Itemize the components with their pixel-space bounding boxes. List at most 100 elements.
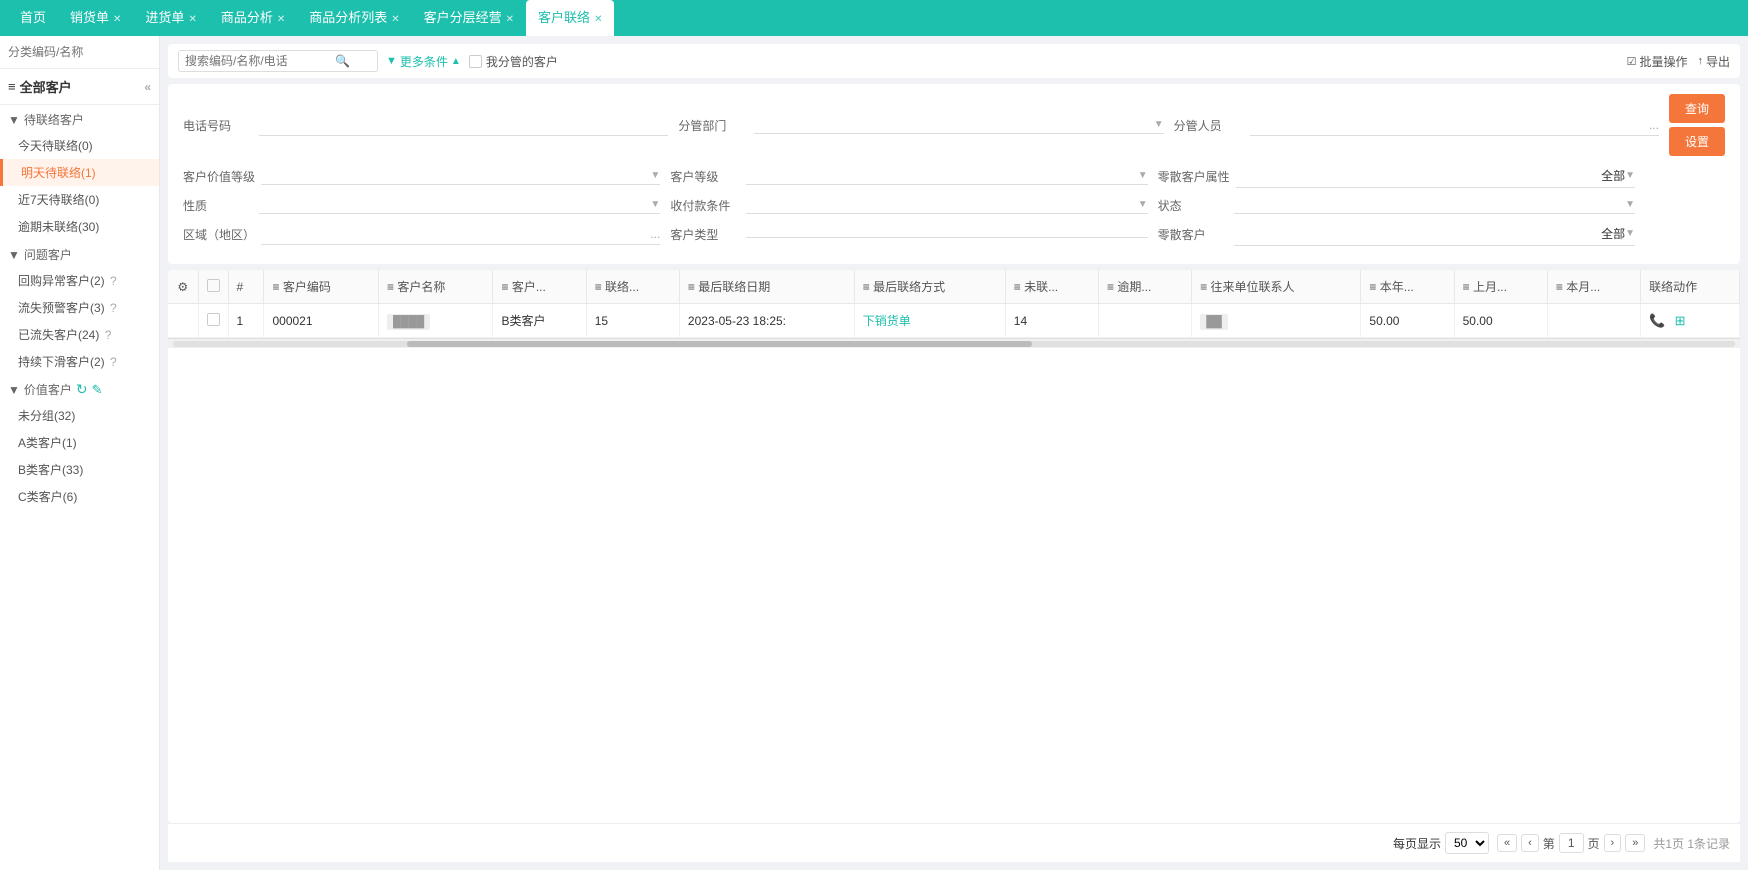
customer-grade-label: 客户等级 (670, 168, 740, 185)
scrollbar-thumb[interactable] (407, 341, 1032, 347)
sidebar-item-today-contact[interactable]: 今天待联络(0) (0, 132, 159, 159)
action-grid-icon[interactable]: ⊞ (1675, 313, 1686, 328)
nav-purchase-close[interactable]: ✕ (188, 14, 196, 25)
col-checkbox[interactable] (198, 270, 228, 304)
row-code: 000021 (264, 304, 379, 338)
filter-row-2: 客户价值等级 ▼ 客户等级 ▼ 零散客户属性 全部 ▼ (183, 164, 1725, 188)
nav-purchase[interactable]: 进货单✕ (133, 0, 208, 36)
phone-input[interactable] (259, 115, 668, 136)
edit-icon[interactable]: ✎ (92, 382, 103, 398)
col-last-month: ≡ 上月... (1454, 270, 1547, 304)
retail-customer-select[interactable]: 全部 ▼ (1234, 222, 1635, 246)
nav-customer-segmentation[interactable]: 客户分层经营✕ (412, 0, 526, 36)
region-label: 区域（地区） (183, 226, 255, 243)
sidebar-item-class-c[interactable]: C类客户(6) (0, 483, 159, 510)
status-chevron-icon: ▼ (1625, 199, 1635, 210)
col-this-month: ≡ 本月... (1547, 270, 1640, 304)
col-overdue: ≡ 逾期... (1098, 270, 1191, 304)
sidebar-item-continuous-decline[interactable]: 持续下滑客户(2) ? (0, 348, 159, 375)
nav-sales[interactable]: 销货单✕ (58, 0, 133, 36)
filter-row-1: 电话号码 分管部门 ▼ 分管人员 ... 查询 设置 (183, 94, 1725, 156)
per-page-selector: 每页显示 50 (1393, 832, 1489, 854)
value-arrow-icon: ▼ (8, 383, 20, 397)
retail-attr-chevron-icon: ▼ (1625, 170, 1635, 181)
more-conditions-btn[interactable]: ▼ 更多条件 ▲ (386, 53, 461, 70)
dept-label: 分管部门 (678, 117, 748, 134)
per-page-select[interactable]: 50 (1445, 832, 1489, 854)
advanced-filter-panel: 电话号码 分管部门 ▼ 分管人员 ... 查询 设置 (168, 84, 1740, 264)
sidebar-item-lost-warning[interactable]: 流失预警客户(3) ? (0, 294, 159, 321)
search-input[interactable] (185, 54, 335, 68)
sidebar-item-week-contact[interactable]: 近7天待联络(0) (0, 186, 159, 213)
export-btn[interactable]: ↑ 导出 (1697, 53, 1730, 70)
sidebar-item-overdue-contact[interactable]: 逾期未联络(30) (0, 213, 159, 240)
customer-value-select[interactable]: ▼ (261, 167, 660, 185)
nav-home[interactable]: 首页 (8, 0, 58, 36)
sidebar-search-input[interactable] (8, 45, 160, 59)
export-icon: ↑ (1697, 55, 1703, 67)
nav-product-analysis-close[interactable]: ✕ (277, 14, 285, 25)
first-page-btn[interactable]: « (1497, 834, 1517, 852)
action-phone-icon[interactable]: 📞 (1649, 313, 1665, 328)
sidebar-item-tomorrow-contact[interactable]: 明天待联络(1) (0, 159, 159, 186)
unit-contact-masked: ██ (1200, 314, 1228, 330)
sidebar-collapse-icon[interactable]: « (144, 80, 151, 94)
filter-icon: ▼ (386, 55, 397, 67)
my-customers-checkbox[interactable] (469, 55, 482, 68)
page-navigation: « ‹ 第 1 页 › » (1497, 833, 1645, 853)
customer-grade-select[interactable]: ▼ (746, 167, 1147, 185)
nav-product-analysis-list[interactable]: 商品分析列表✕ (297, 0, 411, 36)
my-customers-check[interactable]: 我分管的客户 (469, 53, 558, 70)
col-type: ≡ 客户... (493, 270, 586, 304)
nav-customer-contact-close[interactable]: ✕ (594, 14, 602, 25)
sidebar-all-customers[interactable]: ≡ 全部客户 « (0, 69, 159, 105)
manager-label: 分管人员 (1174, 117, 1244, 134)
nav-customer-segmentation-close[interactable]: ✕ (506, 14, 514, 25)
last-page-btn[interactable]: » (1625, 834, 1645, 852)
dept-select[interactable]: ▼ (754, 116, 1163, 134)
status-select[interactable]: ▼ (1234, 196, 1635, 214)
sidebar-item-repurchase-abnormal[interactable]: 回购异常客户(2) ? (0, 267, 159, 294)
row-last-method[interactable]: 下销货单 (854, 304, 1005, 338)
nav-sales-close[interactable]: ✕ (113, 14, 121, 25)
row-checkbox-icon[interactable] (207, 313, 220, 326)
horizontal-scrollbar[interactable] (168, 338, 1740, 348)
gender-select[interactable]: ▼ (259, 196, 660, 214)
row-checkbox[interactable] (198, 304, 228, 338)
sidebar-item-already-lost[interactable]: 已流失客户(24) ? (0, 321, 159, 348)
search-box: 🔍 (178, 50, 378, 72)
table-header-row: ⚙ # ≡ 客户编码 ≡ 客户名称 ≡ 客户... ≡ 联络... ≡ 最后联络… (168, 270, 1740, 304)
sidebar: 🔍 ≡ 全部客户 « ▼ 待联络客户 今天待联络(0) 明天待联络(1) 近7天… (0, 36, 160, 870)
retail-attr-select[interactable]: 全部 ▼ (1236, 164, 1635, 188)
content-area: 🔍 ▼ 更多条件 ▲ 我分管的客户 ☑ 批量操作 ↑ 导出 (160, 36, 1748, 870)
sidebar-item-ungrouped[interactable]: 未分组(32) (0, 402, 159, 429)
bulk-action-btn[interactable]: ☑ 批量操作 (1627, 53, 1688, 70)
query-button[interactable]: 查询 (1669, 94, 1725, 123)
nav-product-analysis-list-close[interactable]: ✕ (391, 14, 399, 25)
col-settings[interactable]: ⚙ (168, 270, 198, 304)
sidebar-item-class-a[interactable]: A类客户(1) (0, 429, 159, 456)
sidebar-section-problem: ▼ 问题客户 (0, 240, 159, 267)
customer-type-select[interactable] (746, 231, 1147, 238)
payment-select[interactable]: ▼ (746, 196, 1147, 214)
filter-cell-customer-value: 客户价值等级 ▼ (183, 167, 660, 185)
sidebar-item-class-b[interactable]: B类客户(33) (0, 456, 159, 483)
settings-button[interactable]: 设置 (1669, 127, 1725, 156)
pending-arrow-icon: ▼ (8, 113, 20, 127)
nav-product-analysis[interactable]: 商品分析✕ (209, 0, 297, 36)
col-contact: ≡ 联络... (586, 270, 679, 304)
customer-grade-chevron-icon: ▼ (1138, 170, 1148, 181)
prev-page-btn[interactable]: ‹ (1521, 834, 1539, 852)
nav-customer-contact[interactable]: 客户联络✕ (526, 0, 614, 36)
next-page-btn[interactable]: › (1604, 834, 1622, 852)
filter-row-3: 性质 ▼ 收付款条件 ▼ 状态 ▼ (183, 196, 1725, 214)
last-method-link[interactable]: 下销货单 (863, 314, 911, 328)
region-select[interactable]: ... (261, 224, 660, 245)
filter-cell-region: 区域（地区） ... (183, 224, 660, 245)
header-checkbox[interactable] (207, 279, 220, 292)
pagination-bar: 每页显示 50 « ‹ 第 1 页 › » 共1页 1条记录 (168, 823, 1740, 862)
manager-select[interactable]: ... (1250, 115, 1659, 136)
total-records: 共1页 1条记录 (1653, 835, 1730, 852)
refresh-icon[interactable]: ↻ (76, 381, 88, 398)
customer-table: ⚙ # ≡ 客户编码 ≡ 客户名称 ≡ 客户... ≡ 联络... ≡ 最后联络… (168, 270, 1740, 338)
